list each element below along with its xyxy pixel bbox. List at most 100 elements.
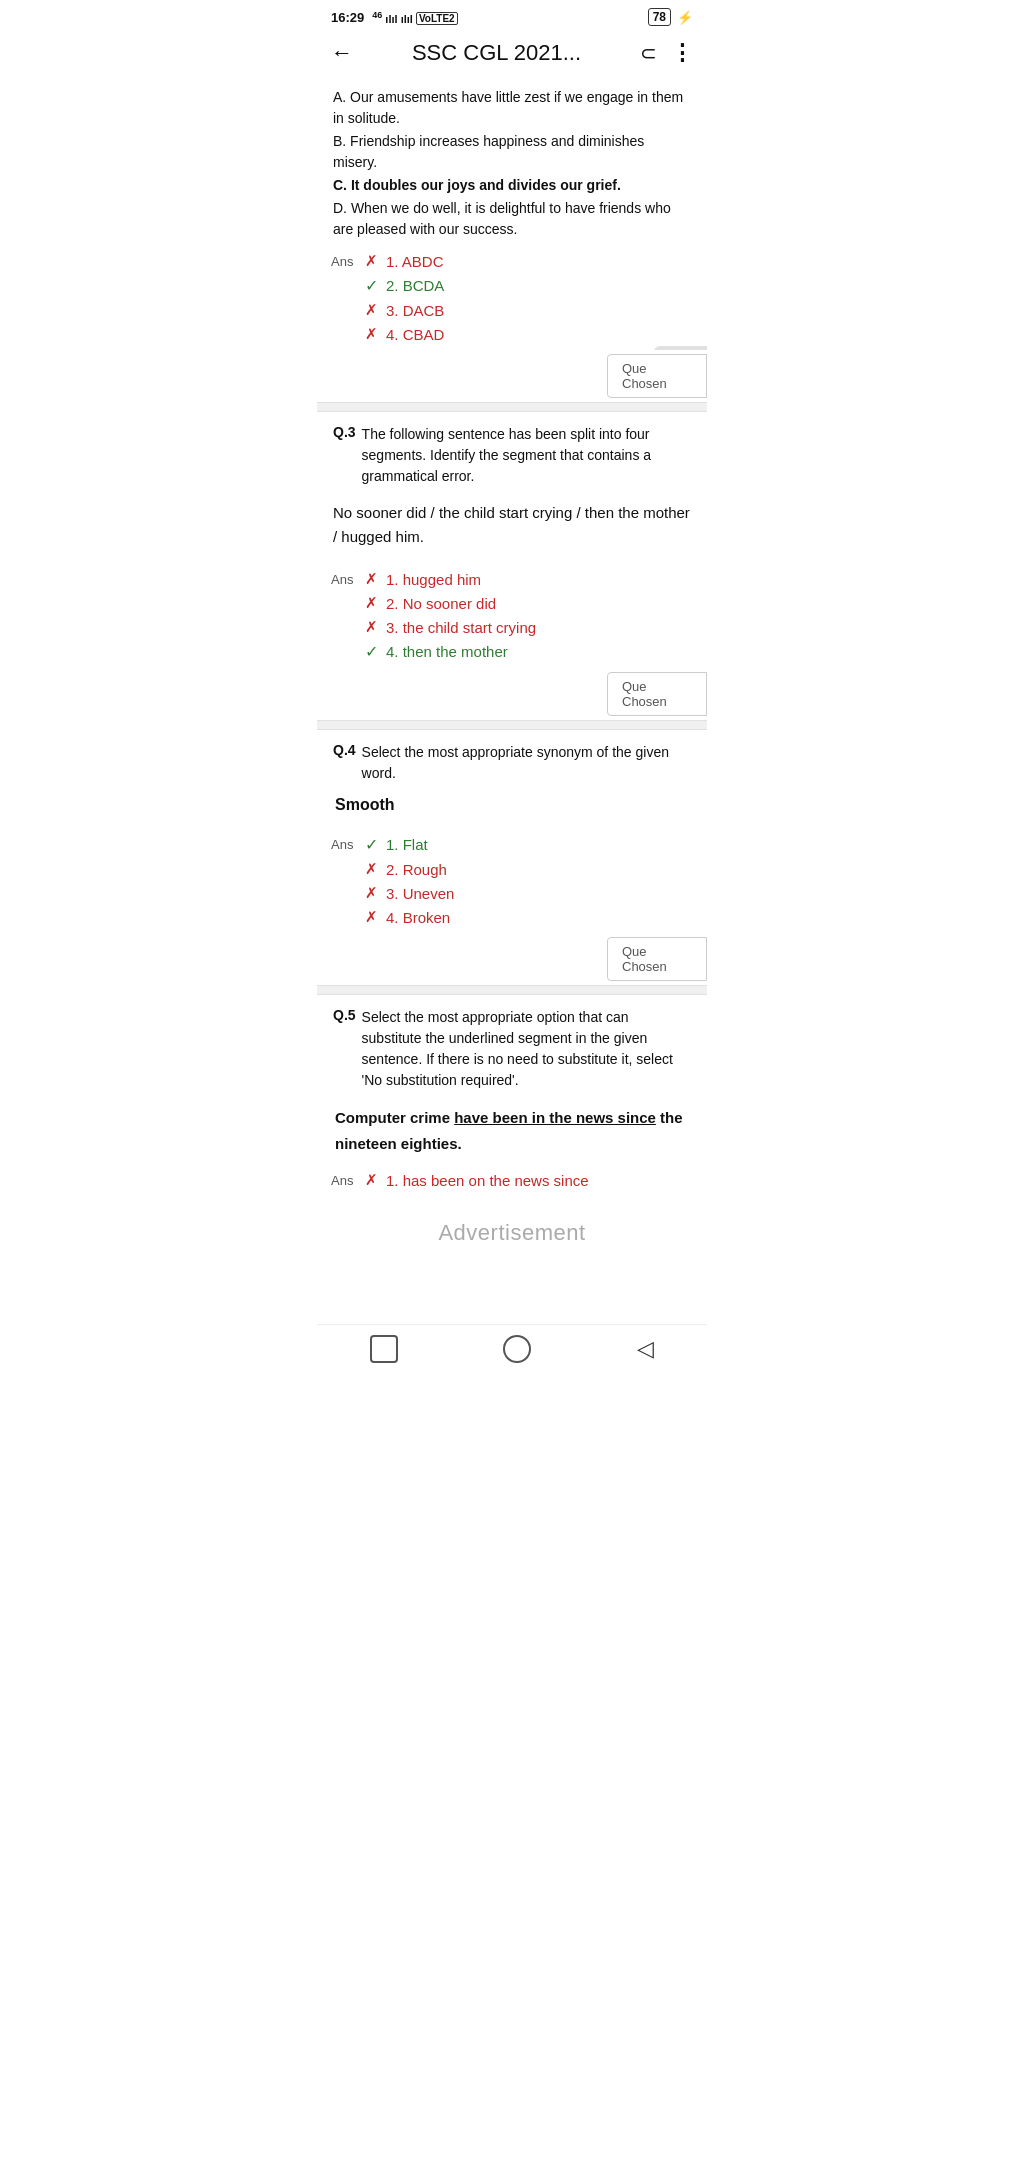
back-button[interactable]: ← (331, 40, 353, 66)
wrong-icon-1: ✗ (365, 252, 378, 270)
option-c: C. It doubles our joys and divides our g… (333, 174, 691, 197)
nav-back-button[interactable]: ◁ (637, 1336, 654, 1362)
chosen-line: Chosen (622, 376, 692, 391)
q5-ans-row-1: Ans ✗ 1. has been on the news since (317, 1168, 707, 1192)
option-a: A. Our amusements have little zest if we… (333, 86, 691, 130)
prev-floating-box: Que Chosen (607, 354, 707, 398)
q4-answers: Ans ✓ 1. Flat ✗ 2. Rough ✗ 3. Uneven ✗ 4… (317, 828, 707, 933)
wrong-icon-4: ✗ (365, 325, 378, 343)
q3-ans-text-4: 4. then the mother (386, 643, 508, 660)
ans-text-3: 3. DACB (386, 302, 444, 319)
q4-correct-icon-1: ✓ (365, 835, 378, 854)
q4-ans-text-4: 4. Broken (386, 909, 450, 926)
q4-ans-row-2: ✗ 2. Rough (317, 857, 707, 881)
q4-wrong-icon-2: ✗ (365, 860, 378, 878)
q3-wrong-icon-1: ✗ (365, 570, 378, 588)
option-d: D. When we do well, it is delightful to … (333, 197, 691, 241)
q3-chosen-line: Chosen (622, 694, 692, 709)
share-icon[interactable]: ⊂ (640, 41, 657, 65)
q3-wrong-icon-3: ✗ (365, 618, 378, 636)
advertisement-banner: Advertisement (317, 1196, 707, 1264)
q5-label: Q.5 (333, 1007, 356, 1023)
q3-text: The following sentence has been split in… (362, 424, 691, 487)
section-divider-1 (317, 402, 707, 412)
q4-ans-label: Ans (331, 837, 355, 852)
status-bar: 16:29 46 ılıl ılıl VoLTE2 78 ⚡ (317, 0, 707, 32)
q4-ans-text-2: 2. Rough (386, 861, 447, 878)
nav-circle-button[interactable] (503, 1335, 531, 1363)
signal-icon: ılıl (385, 12, 397, 24)
q4-que-line: Que (622, 944, 692, 959)
q5-sentence: Computer crime have been in the news sin… (333, 1105, 691, 1156)
q5-wrong-icon-1: ✗ (365, 1171, 378, 1189)
ans-row-3: ✗ 3. DACB (317, 298, 707, 322)
top-bar: ← SSC CGL 2021... ⊂ ⋮ (317, 32, 707, 78)
q3-floating-container: Que Chosen (317, 668, 707, 720)
ans-text-1: 1. ABDC (386, 253, 444, 270)
q4-label: Q.4 (333, 742, 356, 758)
q5-sentence-before: Computer crime (335, 1109, 454, 1126)
q4-floating-container: Que Chosen (317, 933, 707, 985)
q3-wrong-icon-2: ✗ (365, 594, 378, 612)
ans-text-4: 4. CBAD (386, 326, 444, 343)
q4-word: Smooth (333, 796, 691, 814)
q4-ans-row-4: ✗ 4. Broken (317, 905, 707, 929)
ans-row-2: ✓ 2. BCDA (317, 273, 707, 298)
status-right: 78 ⚡ (648, 8, 693, 26)
question-5-block: Q.5 Select the most appropriate option t… (317, 995, 707, 1164)
correct-icon-2: ✓ (365, 276, 378, 295)
q4-ans-text-3: 3. Uneven (386, 885, 454, 902)
section-divider-2 (317, 720, 707, 730)
q3-ans-row-4: ✓ 4. then the mother (317, 639, 707, 664)
main-content: A. Our amusements have little zest if we… (317, 78, 707, 1324)
q3-ans-label: Ans (331, 572, 355, 587)
prev-question-options: A. Our amusements have little zest if we… (317, 78, 707, 245)
status-left: 16:29 46 ılıl ılıl VoLTE2 (331, 10, 458, 25)
ans-row-1: Ans ✗ 1. ABDC (317, 249, 707, 273)
q3-correct-icon-4: ✓ (365, 642, 378, 661)
prev-question-answers: Ans ✗ 1. ABDC ✓ 2. BCDA ✗ 3. DACB ✗ 4. C… (317, 245, 707, 350)
q3-ans-text-1: 1. hugged him (386, 571, 481, 588)
bottom-spacer (317, 1264, 707, 1324)
top-bar-actions: ⊂ ⋮ (640, 40, 693, 66)
question-number-badge: 88 (653, 346, 707, 350)
menu-icon[interactable]: ⋮ (671, 40, 693, 66)
battery-indicator: 78 (648, 8, 671, 26)
nav-square-button[interactable] (370, 1335, 398, 1363)
q3-label: Q.3 (333, 424, 356, 440)
page-title: SSC CGL 2021... (365, 40, 628, 66)
q4-ans-row-1: Ans ✓ 1. Flat (317, 832, 707, 857)
ans-text-2: 2. BCDA (386, 277, 444, 294)
q3-ans-text-2: 2. No sooner did (386, 595, 496, 612)
q5-ans-label: Ans (331, 1173, 355, 1188)
q3-floating-box: Que Chosen (607, 672, 707, 716)
q4-wrong-icon-4: ✗ (365, 908, 378, 926)
nav-bar: ◁ (317, 1324, 707, 1381)
q3-ans-row-2: ✗ 2. No sooner did (317, 591, 707, 615)
q3-ans-row-1: Ans ✗ 1. hugged him (317, 567, 707, 591)
charging-icon: ⚡ (677, 10, 693, 25)
advertisement-text: Advertisement (438, 1220, 585, 1245)
prev-floating-container: Que Chosen (317, 350, 707, 402)
network-indicator: 46 ılıl ılıl VoLTE2 (372, 10, 457, 25)
q4-wrong-icon-3: ✗ (365, 884, 378, 902)
q3-ans-text-3: 3. the child start crying (386, 619, 536, 636)
q5-ans-text-1: 1. has been on the news since (386, 1172, 589, 1189)
option-b: B. Friendship increases happiness and di… (333, 130, 691, 174)
q3-ans-row-3: ✗ 3. the child start crying (317, 615, 707, 639)
question-3-block: Q.3 The following sentence has been spli… (317, 412, 707, 563)
q3-que-line: Que (622, 679, 692, 694)
time: 16:29 (331, 10, 364, 25)
q4-ans-row-3: ✗ 3. Uneven (317, 881, 707, 905)
q4-ans-text-1: 1. Flat (386, 836, 428, 853)
que-line: Que (622, 361, 692, 376)
ans-row-4: ✗ 4. CBAD (317, 322, 707, 346)
wrong-icon-3: ✗ (365, 301, 378, 319)
question-4-block: Q.4 Select the most appropriate synonym … (317, 730, 707, 828)
q4-text: Select the most appropriate synonym of t… (362, 742, 691, 784)
q5-text: Select the most appropriate option that … (362, 1007, 691, 1091)
q5-answers: Ans ✗ 1. has been on the news since (317, 1164, 707, 1196)
q5-sentence-underline: have been in the news since (454, 1109, 656, 1126)
q3-answers: Ans ✗ 1. hugged him ✗ 2. No sooner did ✗… (317, 563, 707, 668)
section-divider-3 (317, 985, 707, 995)
